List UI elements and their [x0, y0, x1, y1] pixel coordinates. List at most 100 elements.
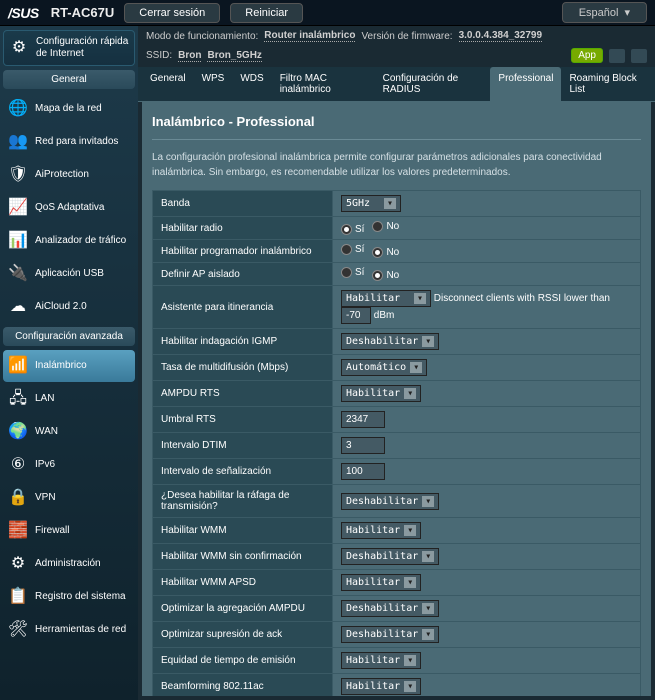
tab[interactable]: WPS: [194, 67, 233, 101]
setting-row: Habilitar WMMHabilitar▾: [153, 518, 641, 544]
setting-row: Banda5GHz▾: [153, 191, 641, 217]
setting-label: Optimizar supresión de ack: [153, 622, 333, 648]
select[interactable]: Habilitar▾: [341, 290, 431, 307]
radio-dot: [372, 270, 383, 281]
select[interactable]: Habilitar▾: [341, 678, 421, 695]
status-icon-2[interactable]: [631, 49, 647, 63]
select[interactable]: Deshabilitar▾: [341, 548, 439, 565]
tab[interactable]: Filtro MAC inalámbrico: [272, 67, 375, 101]
mode-value[interactable]: Router inalámbrico: [264, 30, 355, 42]
sidebar-item-label: QoS Adaptativa: [35, 202, 105, 214]
sidebar-item-label: AiCloud 2.0: [35, 301, 87, 313]
chevron-down-icon: ▾: [404, 525, 416, 536]
sidebar-icon: ⚙: [7, 553, 29, 575]
setting-value-cell: [333, 407, 641, 433]
sidebar-header-general: General: [3, 70, 135, 89]
app-badge[interactable]: App: [571, 48, 603, 63]
sidebar-icon: ☁: [7, 296, 29, 318]
model-name: RT-AC67U: [51, 5, 115, 20]
select[interactable]: Habilitar▾: [341, 652, 421, 669]
radio-dot: [341, 224, 352, 235]
sidebar-item[interactable]: 🖧LAN: [3, 383, 135, 415]
sidebar-item[interactable]: 📶Inalámbrico: [3, 350, 135, 382]
sidebar-item-label: Firewall: [35, 525, 69, 537]
mode-label: Modo de funcionamiento:: [146, 31, 258, 42]
reboot-button[interactable]: Reiniciar: [230, 3, 303, 23]
sidebar-item[interactable]: 👥Red para invitados: [3, 126, 135, 158]
sidebar-item[interactable]: 📋Registro del sistema: [3, 581, 135, 613]
setting-label: Habilitar radio: [153, 217, 333, 240]
select[interactable]: Automático▾: [341, 359, 427, 376]
sidebar-item[interactable]: 📈 QoS Adaptativa: [3, 192, 135, 224]
select[interactable]: Deshabilitar▾: [341, 600, 439, 617]
setting-row: Tasa de multidifusión (Mbps)Automático▾: [153, 355, 641, 381]
tab[interactable]: Roaming Block List: [561, 67, 651, 101]
fw-value[interactable]: 3.0.0.4.384_32799: [459, 30, 542, 42]
sidebar-item[interactable]: 🛡AiProtection: [3, 159, 135, 191]
sidebar-item-label: Aplicación USB: [35, 268, 104, 280]
radio-label: Sí: [355, 267, 364, 278]
select[interactable]: 5GHz▾: [341, 195, 401, 212]
setting-label: Umbral RTS: [153, 407, 333, 433]
setting-row: AMPDU RTSHabilitar▾: [153, 381, 641, 407]
rssi-input[interactable]: [341, 307, 371, 324]
sidebar-item[interactable]: 🔌 Aplicación USB: [3, 258, 135, 290]
sidebar-item[interactable]: 🔒VPN: [3, 482, 135, 514]
setting-value-cell: Habilitar▾: [333, 674, 641, 697]
sidebar-icon: 📈: [7, 197, 29, 219]
select[interactable]: Deshabilitar▾: [341, 493, 439, 510]
status-icon-1[interactable]: [609, 49, 625, 63]
setting-row: Habilitar programador inalámbricoSíNo: [153, 240, 641, 263]
unit-label: dBm: [374, 310, 395, 321]
gear-icon: ⚙: [8, 37, 30, 59]
text-input[interactable]: [341, 411, 385, 428]
tab[interactable]: General: [142, 67, 194, 101]
setting-value-cell: Habilitar ▾: [333, 518, 641, 544]
sidebar-item[interactable]: 🧱Firewall: [3, 515, 135, 547]
tab[interactable]: WDS: [232, 67, 271, 101]
select[interactable]: Habilitar ▾: [341, 522, 421, 539]
select[interactable]: Habilitar▾: [341, 574, 421, 591]
fw-label: Versión de firmware:: [361, 31, 452, 42]
sidebar-item[interactable]: ☁ AiCloud 2.0: [3, 291, 135, 323]
radio-option[interactable]: No: [372, 270, 399, 281]
language-select[interactable]: Español ▾: [562, 2, 647, 23]
radio-option[interactable]: Sí: [341, 267, 364, 278]
select-value: Habilitar: [346, 525, 400, 536]
setting-value-cell: [333, 459, 641, 485]
settings-table: Banda5GHz▾Habilitar radioSíNoHabilitar p…: [152, 190, 641, 696]
sidebar-quick-setup[interactable]: ⚙ Configuración rápida de Internet: [3, 30, 135, 66]
logout-button[interactable]: Cerrar sesión: [124, 3, 220, 23]
radio-option[interactable]: Sí: [341, 224, 364, 235]
setting-row: Habilitar indagación IGMPDeshabilitar▾: [153, 329, 641, 355]
text-input[interactable]: [341, 463, 385, 480]
radio-dot: [372, 247, 383, 258]
sidebar-item[interactable]: 🛠Herramientas de red: [3, 614, 135, 646]
radio-option[interactable]: No: [372, 221, 399, 232]
radio-option[interactable]: No: [372, 247, 399, 258]
setting-row: Habilitar WMM APSDHabilitar▾: [153, 570, 641, 596]
sidebar-icon: 📶: [7, 355, 29, 377]
tab[interactable]: Professional: [490, 67, 561, 101]
select[interactable]: Habilitar▾: [341, 385, 421, 402]
sidebar-header-advanced: Configuración avanzada: [3, 327, 135, 346]
sidebar-icon: 🔒: [7, 487, 29, 509]
brand-logo: /SUS: [8, 5, 39, 21]
tab[interactable]: Configuración de RADIUS: [375, 67, 491, 101]
setting-row: Asistente para itineranciaHabilitar▾ Dis…: [153, 286, 641, 329]
select[interactable]: Deshabilitar▾: [341, 626, 439, 643]
panel-description: La configuración profesional inalámbrica…: [152, 140, 641, 190]
sidebar-item[interactable]: 📊Analizador de tráfico: [3, 225, 135, 257]
text-input[interactable]: [341, 437, 385, 454]
setting-row: Optimizar supresión de ack Deshabilitar▾: [153, 622, 641, 648]
sidebar-item[interactable]: ⚙Administración: [3, 548, 135, 580]
sidebar-item[interactable]: 🌐Mapa de la red: [3, 93, 135, 125]
sidebar-item[interactable]: ⑥IPv6: [3, 449, 135, 481]
chevron-down-icon: ▾: [422, 496, 434, 507]
setting-value-cell: [333, 433, 641, 459]
sidebar-icon: 🔌: [7, 263, 29, 285]
sidebar-item[interactable]: 🌍WAN: [3, 416, 135, 448]
radio-option[interactable]: Sí: [341, 244, 364, 255]
select[interactable]: Deshabilitar▾: [341, 333, 439, 350]
ssid-value-1: Bron: [178, 50, 201, 62]
